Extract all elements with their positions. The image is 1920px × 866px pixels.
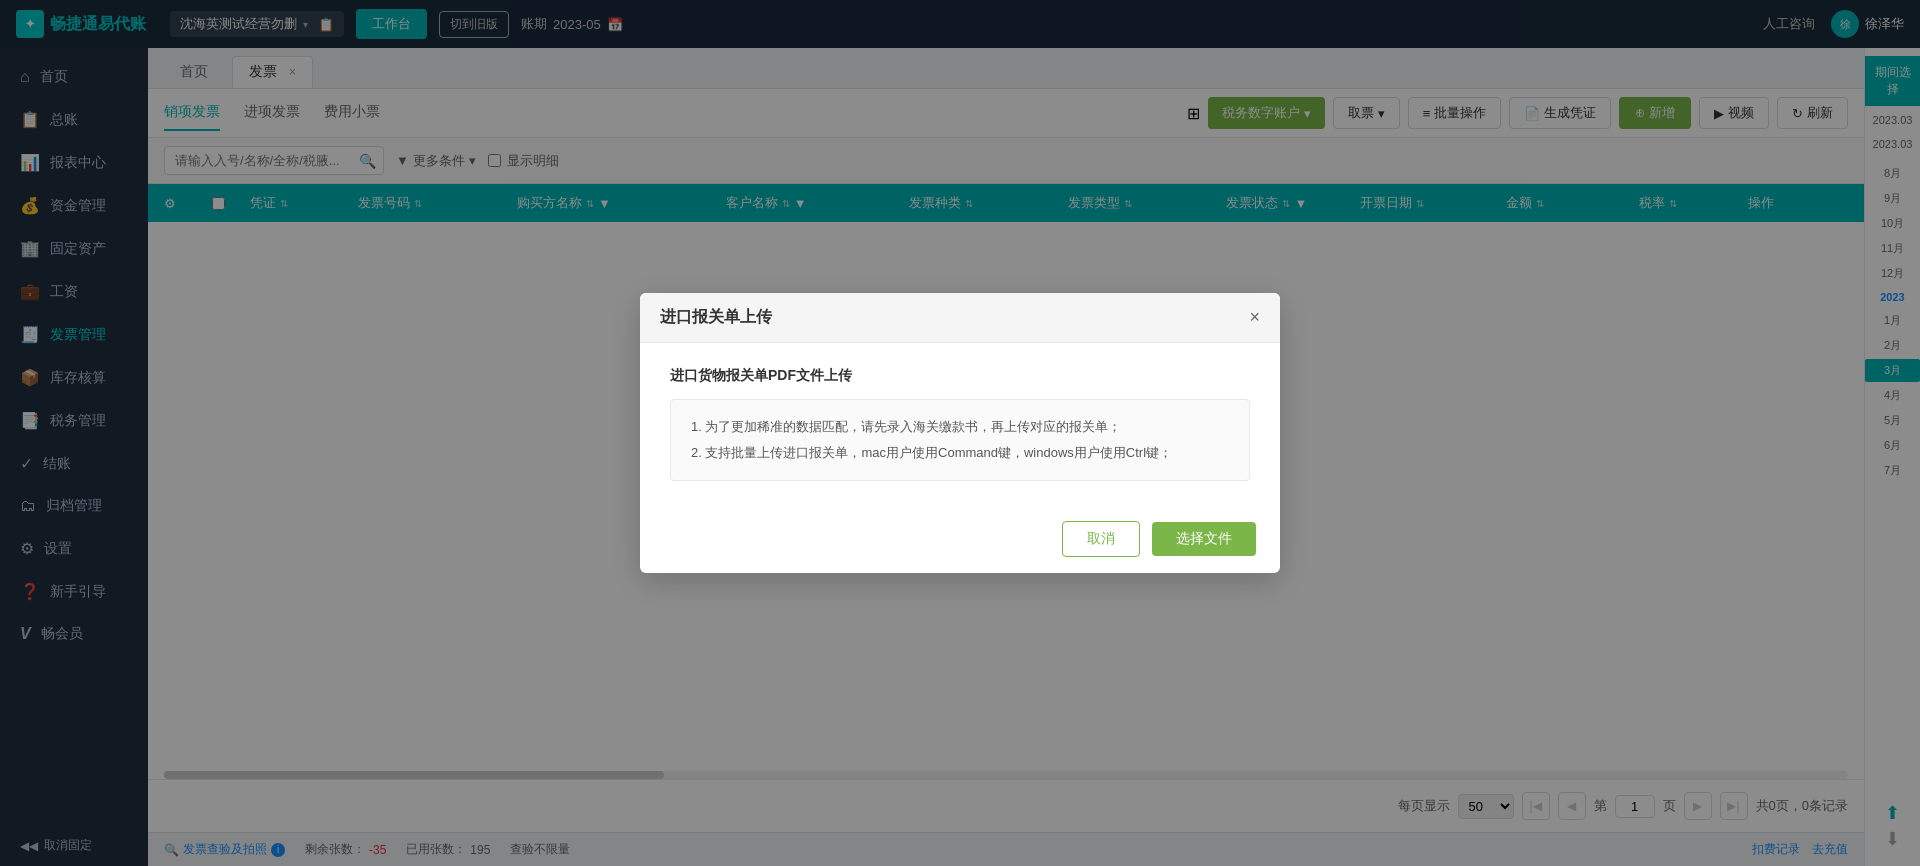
import-customs-modal: 进口报关单上传 × 进口货物报关单PDF文件上传 1. 为了更加稀准的数据匹配，… <box>640 293 1280 573</box>
modal-confirm-button[interactable]: 选择文件 <box>1152 522 1256 556</box>
modal-cancel-button[interactable]: 取消 <box>1062 521 1140 557</box>
modal-close-button[interactable]: × <box>1249 307 1260 328</box>
modal-instruction-1: 1. 为了更加稀准的数据匹配，请先录入海关缴款书，再上传对应的报关单； <box>691 414 1229 440</box>
modal-instruction-2: 2. 支持批量上传进口报关单，mac用户使用Command键，windows用户… <box>691 440 1229 466</box>
modal-info-box: 1. 为了更加稀准的数据匹配，请先录入海关缴款书，再上传对应的报关单； 2. 支… <box>670 399 1250 481</box>
modal-overlay: 进口报关单上传 × 进口货物报关单PDF文件上传 1. 为了更加稀准的数据匹配，… <box>0 0 1920 866</box>
modal-footer: 取消 选择文件 <box>640 505 1280 573</box>
modal-header: 进口报关单上传 × <box>640 293 1280 343</box>
modal-section-title: 进口货物报关单PDF文件上传 <box>670 367 1250 385</box>
modal-body: 进口货物报关单PDF文件上传 1. 为了更加稀准的数据匹配，请先录入海关缴款书，… <box>640 343 1280 505</box>
modal-title: 进口报关单上传 <box>660 307 772 328</box>
